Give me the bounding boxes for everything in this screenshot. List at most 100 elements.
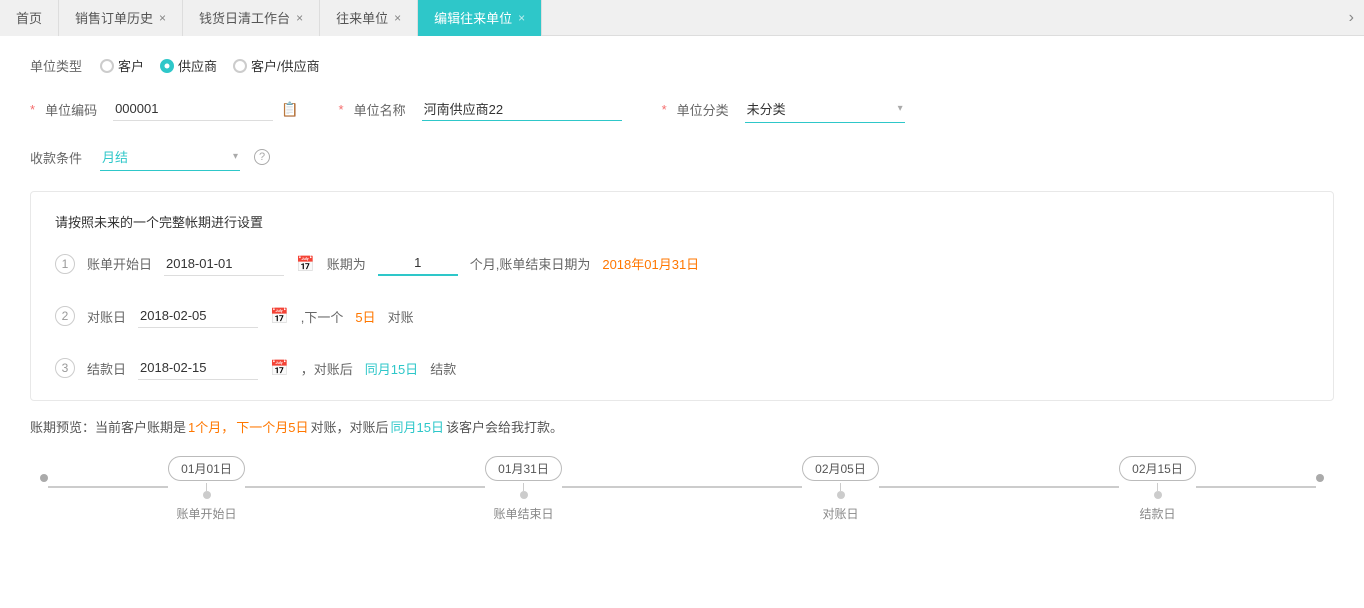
payment-terms-dropdown[interactable]: 月结 ▾ bbox=[100, 143, 240, 171]
unit-category-star: * bbox=[662, 102, 667, 117]
preview-bar: 账期预览：当前客户账期是 1个月， 下一个月5日 对账，对账后 同月15日 该客… bbox=[30, 417, 1334, 436]
tab-partner-label: 往来单位 bbox=[336, 8, 388, 27]
unit-type-radio-group: 客户 供应商 客户/供应商 bbox=[100, 56, 320, 75]
step-1-num: 1 bbox=[55, 254, 75, 274]
unit-name-group: * 单位名称 bbox=[339, 97, 622, 121]
unit-category-dropdown[interactable]: 未分类 ▾ bbox=[745, 95, 905, 123]
tab-partner[interactable]: 往来单位 × bbox=[320, 0, 418, 36]
step-3-highlight: 同月15日 bbox=[365, 359, 418, 378]
tl-badge-3-wrap: 02月05日 bbox=[802, 456, 879, 499]
step-1-label: 账单开始日 bbox=[87, 254, 152, 273]
tl-node-2: 01月31日 账单结束日 bbox=[365, 456, 682, 522]
tab-edit-partner-label: 编辑往来单位 bbox=[434, 8, 512, 27]
radio-customer-circle bbox=[100, 59, 114, 73]
radio-customer[interactable]: 客户 bbox=[100, 56, 144, 75]
tab-bar: 首页 销售订单历史 × 钱货日清工作台 × 往来单位 × 编辑往来单位 × › bbox=[0, 0, 1364, 36]
tab-partner-close[interactable]: × bbox=[394, 11, 401, 25]
step-2-date-input[interactable] bbox=[138, 304, 258, 328]
step-3-prefix: ，对账后 bbox=[301, 359, 353, 378]
tl-label-2: 账单结束日 bbox=[493, 505, 553, 522]
step-1-row: 1 账单开始日 📅 账期为 个月,账单结束日期为 2018年01月31日 bbox=[55, 251, 1309, 276]
tl-badge-4: 02月15日 bbox=[1119, 456, 1196, 481]
radio-supplier-circle bbox=[160, 59, 174, 73]
unit-code-star: * bbox=[30, 102, 35, 117]
tl-badge-2: 01月31日 bbox=[485, 456, 562, 481]
tl-node-3: 02月05日 对账日 bbox=[682, 456, 999, 522]
tab-home-label: 首页 bbox=[16, 8, 42, 27]
step-1-date-input[interactable] bbox=[164, 252, 284, 276]
unit-name-label: 单位名称 bbox=[354, 100, 406, 119]
tab-home[interactable]: 首页 bbox=[0, 0, 59, 36]
payment-terms-arrow: ▾ bbox=[233, 151, 238, 162]
payment-terms-row: 收款条件 月结 ▾ ? bbox=[30, 143, 1334, 171]
tl-connector-4 bbox=[1157, 483, 1158, 491]
card-instruction: 请按照未来的一个完整帐期进行设置 bbox=[55, 212, 1309, 231]
tl-label-1: 账单开始日 bbox=[176, 505, 236, 522]
tl-end-dot-wrap bbox=[1316, 456, 1324, 482]
page-content: 单位类型 客户 供应商 客户/供应商 * 单位编码 📋 * 单位名称 bbox=[0, 36, 1364, 608]
payment-terms-label: 收款条件 bbox=[30, 148, 82, 167]
step-1-unit-text: 个月,账单结束日期为 bbox=[470, 254, 591, 273]
step-2-row: 2 对账日 📅 ,下一个 5日 对账 bbox=[55, 304, 1309, 328]
unit-category-group: * 单位分类 未分类 ▾ bbox=[662, 95, 905, 123]
radio-supplier[interactable]: 供应商 bbox=[160, 56, 217, 75]
preview-label: 账期预览：当前客户账期是 bbox=[30, 417, 186, 436]
tl-badge-3: 02月05日 bbox=[802, 456, 879, 481]
tl-start-dot-wrap bbox=[40, 456, 48, 482]
tab-more-button[interactable]: › bbox=[1339, 0, 1364, 36]
tl-badge-4-wrap: 02月15日 bbox=[1119, 456, 1196, 499]
unit-code-input[interactable] bbox=[113, 97, 273, 121]
tl-line-3a bbox=[682, 486, 802, 488]
unit-code-group: * 单位编码 📋 bbox=[30, 97, 299, 121]
settings-card: 请按照未来的一个完整帐期进行设置 1 账单开始日 📅 账期为 个月,账单结束日期… bbox=[30, 191, 1334, 401]
tl-dot-4 bbox=[1154, 491, 1162, 499]
tl-dot-1 bbox=[203, 491, 211, 499]
tl-line-1b bbox=[245, 486, 365, 488]
tl-line-1a bbox=[48, 486, 168, 488]
tab-edit-partner-close[interactable]: × bbox=[518, 11, 525, 25]
preview-1month: 1个月， bbox=[188, 417, 234, 436]
preview-reconcile: 下一个月5日 bbox=[236, 417, 308, 436]
unit-name-star: * bbox=[339, 102, 344, 117]
tab-sales-order[interactable]: 销售订单历史 × bbox=[59, 0, 183, 36]
step-3-date-input[interactable] bbox=[138, 356, 258, 380]
tl-line-4b bbox=[1196, 486, 1316, 488]
step-3-cal-icon[interactable]: 📅 bbox=[270, 359, 289, 377]
preview-pay: 同月15日 bbox=[391, 417, 444, 436]
tab-sales-order-close[interactable]: × bbox=[159, 11, 166, 25]
radio-both-label: 客户/供应商 bbox=[251, 56, 320, 75]
tl-label-3: 对账日 bbox=[822, 505, 858, 522]
tl-connector-3 bbox=[840, 483, 841, 491]
step-2-suffix: 对账 bbox=[388, 307, 414, 326]
tab-cash-work[interactable]: 钱货日清工作台 × bbox=[183, 0, 320, 36]
unit-code-icon[interactable]: 📋 bbox=[281, 101, 298, 118]
tl-line-4a bbox=[999, 486, 1119, 488]
timeline: 01月01日 账单开始日 01月31日 账单结束日 bbox=[30, 456, 1334, 522]
tab-edit-partner[interactable]: 编辑往来单位 × bbox=[418, 0, 542, 36]
radio-both[interactable]: 客户/供应商 bbox=[233, 56, 320, 75]
unit-name-input[interactable] bbox=[422, 97, 622, 121]
radio-customer-label: 客户 bbox=[118, 56, 144, 75]
step-1-suffix-text: 账期为 bbox=[327, 254, 366, 273]
tl-node-4: 02月15日 结款日 bbox=[999, 456, 1316, 522]
tl-line-2a bbox=[365, 486, 485, 488]
unit-category-value: 未分类 bbox=[747, 99, 894, 118]
step-2-num: 2 bbox=[55, 306, 75, 326]
tab-cash-work-close[interactable]: × bbox=[296, 11, 303, 25]
tl-badge-1: 01月01日 bbox=[168, 456, 245, 481]
tl-dot-2 bbox=[520, 491, 528, 499]
tl-line-2b bbox=[562, 486, 682, 488]
step-3-num: 3 bbox=[55, 358, 75, 378]
step-2-cal-icon[interactable]: 📅 bbox=[270, 307, 289, 325]
step-1-end-date: 2018年01月31日 bbox=[602, 254, 699, 273]
help-icon[interactable]: ? bbox=[254, 149, 270, 165]
unit-category-label: 单位分类 bbox=[677, 100, 729, 119]
payment-terms-value: 月结 bbox=[102, 147, 229, 166]
tl-line-3b bbox=[879, 486, 999, 488]
step-1-cal-icon[interactable]: 📅 bbox=[296, 255, 315, 273]
tab-sales-order-label: 销售订单历史 bbox=[75, 8, 153, 27]
preview-mid: 对账，对账后 bbox=[310, 417, 388, 436]
step-1-period-input[interactable] bbox=[378, 251, 458, 276]
tab-cash-work-label: 钱货日清工作台 bbox=[199, 8, 290, 27]
tl-node-1: 01月01日 账单开始日 bbox=[48, 456, 365, 522]
